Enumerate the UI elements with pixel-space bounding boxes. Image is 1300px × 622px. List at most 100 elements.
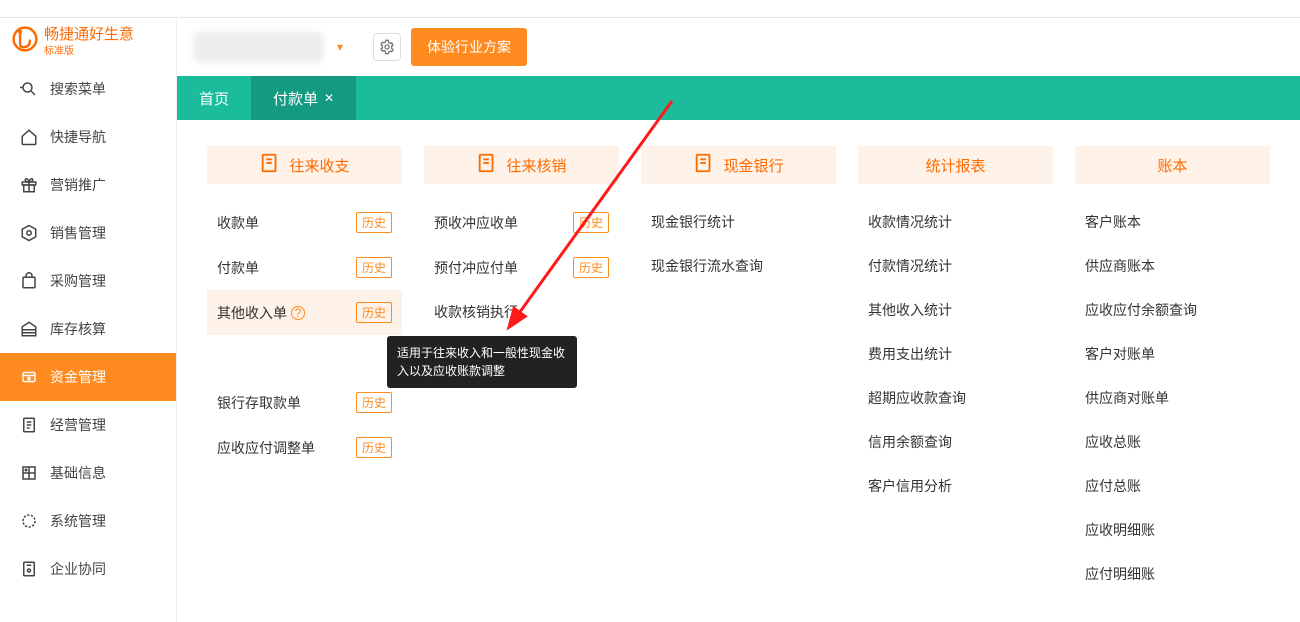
settings-button[interactable]	[373, 33, 401, 61]
nav-item-6[interactable]: 资金管理	[0, 353, 176, 401]
nav-label: 企业协同	[50, 559, 106, 579]
menu-row-4-5[interactable]: 应收总账	[1075, 420, 1270, 464]
nav-item-1[interactable]: 快捷导航	[0, 113, 176, 161]
menu-row-2-0[interactable]: 现金银行统计	[641, 200, 836, 244]
history-badge[interactable]: 历史	[573, 212, 609, 233]
row-label: 应付明细账	[1085, 564, 1155, 584]
section-header: 往来收支	[207, 146, 402, 184]
menu-row-1-1[interactable]: 预付冲应付单历史	[424, 245, 619, 290]
tab-1[interactable]: 付款单 ✕	[251, 76, 356, 120]
menu-row-4-2[interactable]: 应收应付余额查询	[1075, 288, 1270, 332]
nav-item-5[interactable]: 库存核算	[0, 305, 176, 353]
experience-industry-button[interactable]: 体验行业方案	[411, 28, 527, 66]
nav-item-0[interactable]: 搜索菜单	[0, 65, 176, 113]
history-badge[interactable]: 历史	[356, 437, 392, 458]
row-label: 付款单	[217, 258, 259, 278]
menu-row-0-5[interactable]: 应收应付调整单历史	[207, 425, 402, 470]
row-label: 超期应收款查询	[868, 388, 966, 408]
history-badge[interactable]: 历史	[356, 392, 392, 413]
section-header: 往来核销	[424, 146, 619, 184]
nav-item-8[interactable]: 基础信息	[0, 449, 176, 497]
history-badge[interactable]: 历史	[356, 257, 392, 278]
row-label: 供应商对账单	[1085, 388, 1169, 408]
history-badge[interactable]: 历史	[356, 302, 392, 323]
section-body: 客户账本供应商账本应收应付余额查询客户对账单供应商对账单应收总账应付总账应收明细…	[1075, 184, 1270, 596]
nav-label: 搜索菜单	[50, 79, 106, 99]
row-label: 信用余额查询	[868, 432, 952, 452]
section-body: 收款单历史付款单历史其他收入单?历史费用支出单历史银行存取款单历史应收应付调整单…	[207, 184, 402, 470]
section-body: 收款情况统计付款情况统计其他收入统计费用支出统计超期应收款查询信用余额查询客户信…	[858, 184, 1053, 508]
row-label: 应付总账	[1085, 476, 1141, 496]
menu-row-3-0[interactable]: 收款情况统计	[858, 200, 1053, 244]
gear-icon	[20, 512, 38, 530]
nav-list: 搜索菜单快捷导航营销推广销售管理采购管理库存核算资金管理经营管理基础信息系统管理…	[0, 65, 176, 622]
menu-row-0-1[interactable]: 付款单 历史	[207, 245, 402, 290]
history-badge[interactable]: 历史	[356, 212, 392, 233]
section-title: 往来收支	[289, 155, 349, 176]
section-title: 往来核销	[506, 155, 566, 176]
menu-row-3-2[interactable]: 其他收入统计	[858, 288, 1053, 332]
nav-item-4[interactable]: 采购管理	[0, 257, 176, 305]
menu-row-3-4[interactable]: 超期应收款查询	[858, 376, 1053, 420]
row-label: 现金银行流水查询	[651, 256, 763, 276]
menu-row-1-2[interactable]: 收款核销执行	[424, 290, 619, 334]
menu-row-4-7[interactable]: 应收明细账	[1075, 508, 1270, 552]
sidebar: 畅捷通好生意 标准版 搜索菜单快捷导航营销推广销售管理采购管理库存核算资金管理经…	[0, 18, 177, 622]
nav-item-10[interactable]: 企业协同	[0, 545, 176, 593]
history-badge[interactable]: 历史	[573, 257, 609, 278]
menu-row-4-8[interactable]: 应付明细账	[1075, 552, 1270, 596]
row-label: 银行存取款单	[217, 393, 301, 413]
row-label: 其他收入统计	[868, 300, 952, 320]
tag-icon	[20, 224, 38, 242]
menu-row-4-6[interactable]: 应付总账	[1075, 464, 1270, 508]
section-icon	[476, 152, 498, 178]
section-icon	[259, 152, 281, 178]
tab-0[interactable]: 首页	[177, 76, 251, 120]
section-header: 统计报表	[858, 146, 1053, 184]
section-header: 现金银行	[641, 146, 836, 184]
tab-label: 付款单	[273, 88, 318, 109]
nav-item-9[interactable]: 系统管理	[0, 497, 176, 545]
section-col-4: 账本客户账本供应商账本应收应付余额查询客户对账单供应商对账单应收总账应付总账应收…	[1075, 146, 1270, 596]
menu-row-0-2[interactable]: 其他收入单? 历史	[207, 290, 402, 335]
close-icon[interactable]: ✕	[324, 91, 334, 105]
menu-row-0-0[interactable]: 收款单历史	[207, 200, 402, 245]
section-header: 账本	[1075, 146, 1270, 184]
nav-item-3[interactable]: 销售管理	[0, 209, 176, 257]
logo-area: 畅捷通好生意 标准版	[0, 18, 176, 65]
doc-icon	[20, 416, 38, 434]
nav-label: 系统管理	[50, 511, 106, 531]
nav-label: 快捷导航	[50, 127, 106, 147]
menu-row-2-1[interactable]: 现金银行流水查询	[641, 244, 836, 288]
nav-item-7[interactable]: 经营管理	[0, 401, 176, 449]
row-label: 现金银行统计	[651, 212, 735, 232]
menu-row-3-1[interactable]: 付款情况统计	[858, 244, 1053, 288]
menu-row-3-5[interactable]: 信用余额查询	[858, 420, 1053, 464]
menu-row-4-4[interactable]: 供应商对账单	[1075, 376, 1270, 420]
menu-row-4-1[interactable]: 供应商账本	[1075, 244, 1270, 288]
section-title: 账本	[1157, 155, 1187, 176]
row-label: 费用支出统计	[868, 344, 952, 364]
row-label: 应收总账	[1085, 432, 1141, 452]
menu-row-3-6[interactable]: 客户信用分析	[858, 464, 1053, 508]
nav-item-2[interactable]: 营销推广	[0, 161, 176, 209]
section-title: 统计报表	[925, 155, 985, 176]
org-selector-blurred[interactable]	[193, 32, 323, 62]
menu-row-3-3[interactable]: 费用支出统计	[858, 332, 1053, 376]
brand-subtitle: 标准版	[44, 42, 134, 57]
chevron-down-icon[interactable]: ▾	[337, 40, 343, 54]
help-icon[interactable]: ?	[291, 306, 305, 320]
menu-row-4-0[interactable]: 客户账本	[1075, 200, 1270, 244]
section-icon	[693, 152, 715, 178]
window-top-gap	[0, 0, 1300, 18]
brand-logo-icon	[12, 26, 38, 52]
menu-row-0-4[interactable]: 银行存取款单 历史	[207, 380, 402, 425]
menu-row-1-0[interactable]: 预收冲应收单历史	[424, 200, 619, 245]
nav-label: 采购管理	[50, 271, 106, 291]
topbar: ▾ 体验行业方案	[177, 18, 1300, 76]
tab-label: 首页	[199, 88, 229, 109]
section-title: 现金银行	[723, 155, 783, 176]
nav-label: 营销推广	[50, 175, 106, 195]
menu-row-4-3[interactable]: 客户对账单	[1075, 332, 1270, 376]
row-label: 其他收入单?	[217, 303, 305, 323]
